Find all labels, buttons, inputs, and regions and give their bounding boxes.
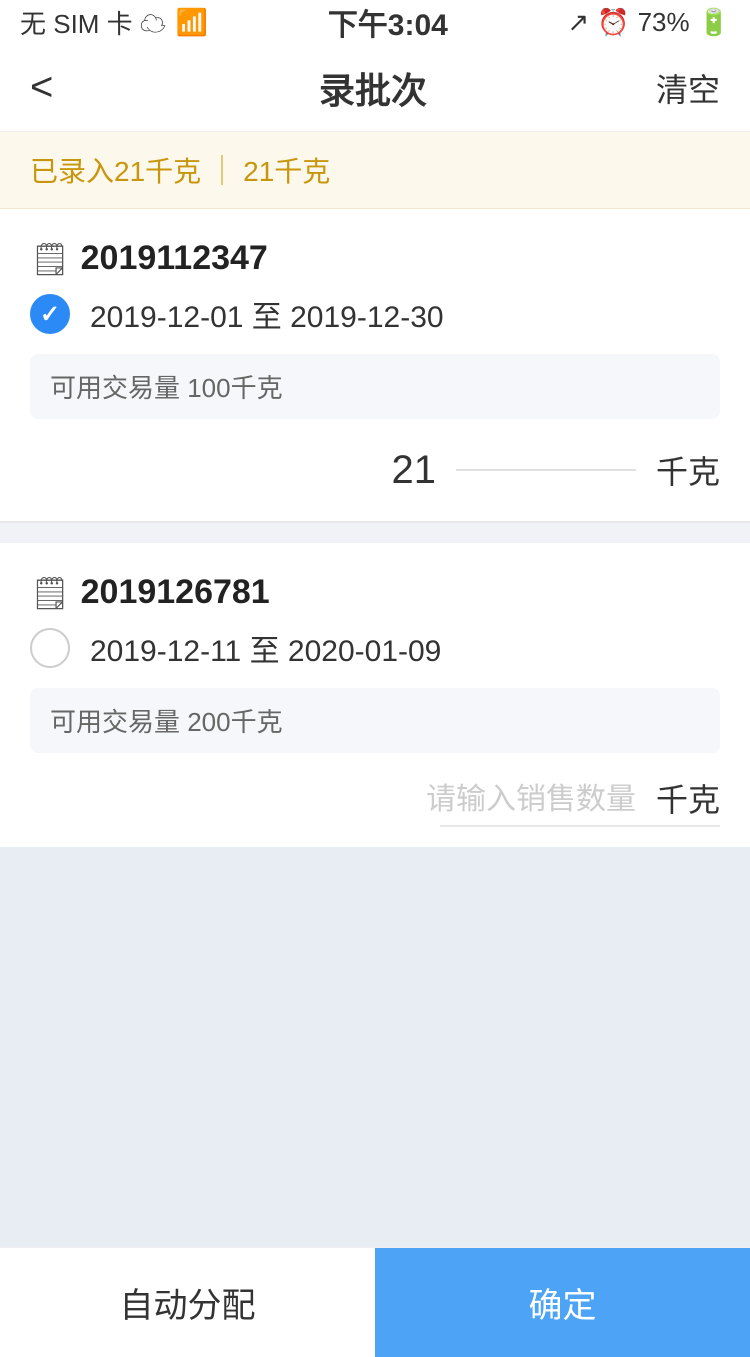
location-icon: ↗ — [567, 7, 589, 38]
batch1-qty-value: 21 — [391, 448, 436, 493]
batch2-icon: 🗒 — [30, 574, 71, 612]
sim-label: 无 SIM 卡 ☁ — [20, 4, 166, 41]
clear-button[interactable]: 清空 — [656, 65, 720, 111]
banner-divider — [221, 155, 223, 185]
wifi-icon: 📶 — [176, 7, 208, 38]
batch2-row2[interactable]: 2019-12-11 至 2020-01-09 — [30, 626, 720, 670]
batch2-available: 可用交易量 200千克 — [30, 688, 720, 753]
recorded-label: 已录入21千克 — [30, 150, 201, 190]
battery-icon: 🔋 — [698, 7, 730, 38]
confirm-button[interactable]: 确定 — [375, 1248, 750, 1357]
batch2-id: 2019126781 — [81, 573, 270, 612]
batch1-row2[interactable]: 2019-12-01 至 2019-12-30 — [30, 292, 720, 336]
page-title: 录批次 — [319, 62, 427, 114]
batch1-id: 2019112347 — [81, 239, 268, 278]
back-button[interactable]: < — [30, 65, 90, 110]
section-separator — [0, 523, 750, 543]
batch1-date: 2019-12-01 至 2019-12-30 — [90, 292, 444, 336]
batch1-qty-unit: 千克 — [656, 447, 720, 493]
batch2-radio[interactable] — [30, 628, 70, 668]
alarm-icon: ⏰ — [597, 7, 629, 38]
count-label: 21千克 — [243, 150, 330, 190]
batch2-header: 🗒 2019126781 — [30, 573, 720, 612]
background-fill — [0, 847, 750, 1247]
battery-label: 73% — [638, 7, 690, 38]
batch2-qty-input[interactable] — [216, 780, 636, 817]
batch2-input-underline — [0, 821, 750, 847]
batch1-card: 🗒 2019112347 2019-12-01 至 2019-12-30 可用交… — [0, 209, 750, 419]
batch2-qty-row: 千克 — [0, 753, 750, 821]
status-left: 无 SIM 卡 ☁ 📶 — [20, 4, 208, 41]
batch2-card: 🗒 2019126781 2019-12-11 至 2020-01-09 可用交… — [0, 543, 750, 753]
batch1-icon: 🗒 — [30, 240, 71, 278]
batch1-header: 🗒 2019112347 — [30, 239, 720, 278]
status-bar: 无 SIM 卡 ☁ 📶 下午3:04 ↗ ⏰ 73% 🔋 — [0, 0, 750, 44]
bottom-bar: 自动分配 确定 — [0, 1247, 750, 1357]
nav-bar: < 录批次 清空 — [0, 44, 750, 132]
status-time: 下午3:04 — [328, 0, 448, 44]
batch1-qty-row: 21 千克 — [0, 419, 750, 523]
batch1-radio[interactable] — [30, 294, 70, 334]
batch2-qty-unit: 千克 — [656, 775, 720, 821]
info-banner: 已录入21千克 21千克 — [0, 132, 750, 209]
batch1-available: 可用交易量 100千克 — [30, 354, 720, 419]
status-right: ↗ ⏰ 73% 🔋 — [567, 7, 730, 38]
batch2-date: 2019-12-11 至 2020-01-09 — [90, 626, 441, 670]
auto-distribute-button[interactable]: 自动分配 — [0, 1248, 375, 1357]
